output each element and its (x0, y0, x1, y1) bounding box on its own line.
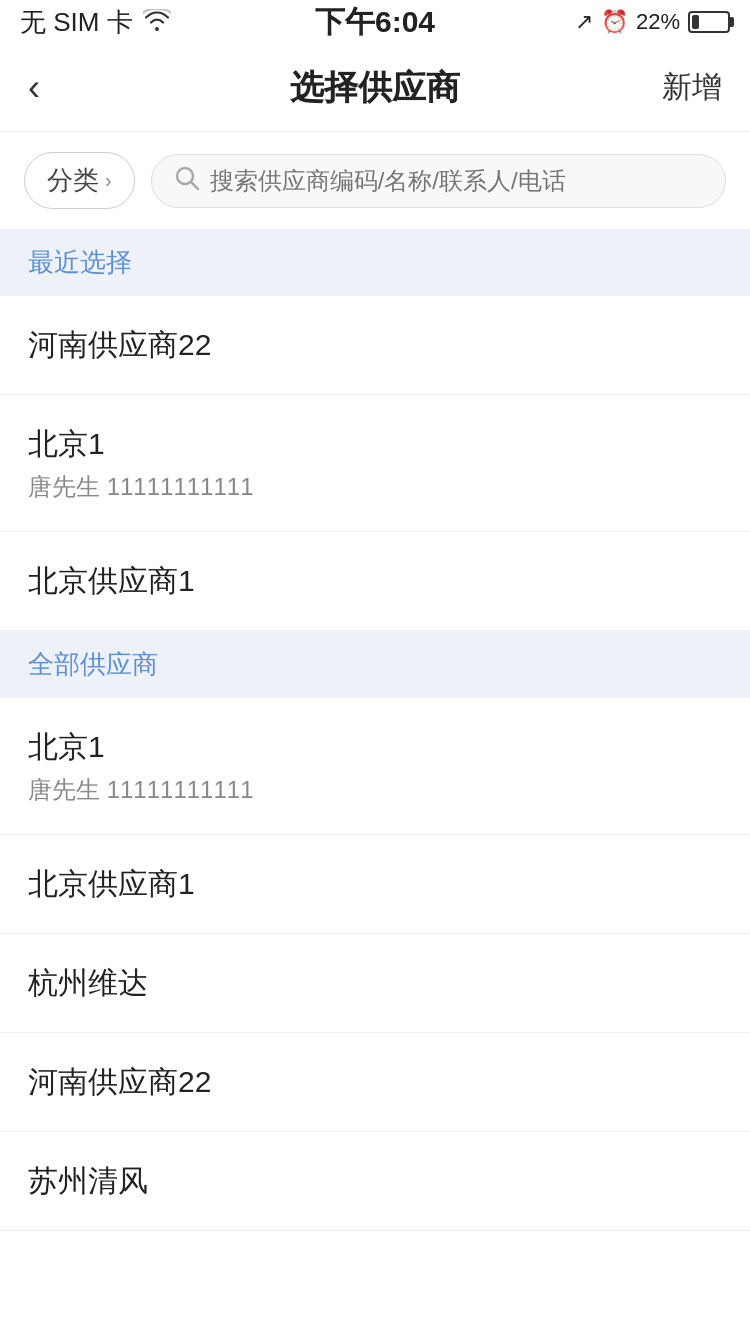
status-bar: 无 SIM 卡 下午6:04 ↗ ⏰ 22% (0, 0, 750, 44)
status-right: ↗ ⏰ 22% (575, 9, 730, 35)
chevron-right-icon: › (105, 169, 112, 192)
all-section-header: 全部供应商 (0, 631, 750, 698)
recent-items-list: 河南供应商22 北京1 唐先生 11111111111 北京供应商1 (0, 296, 750, 631)
alarm-icon: ⏰ (601, 9, 628, 35)
search-box[interactable] (151, 154, 726, 208)
list-item[interactable]: 北京供应商1 (0, 532, 750, 631)
item-name: 北京1 (28, 726, 722, 768)
item-name: 北京供应商1 (28, 863, 722, 905)
wifi-icon (143, 7, 171, 38)
all-items-list: 北京1 唐先生 11111111111 北京供应商1 杭州维达 河南供应商22 … (0, 698, 750, 1231)
battery-fill (692, 15, 699, 29)
list-item[interactable]: 河南供应商22 (0, 296, 750, 395)
list-item[interactable]: 河南供应商22 (0, 1033, 750, 1132)
add-button[interactable]: 新增 (662, 67, 722, 108)
location-icon: ↗ (575, 9, 593, 35)
list-item[interactable]: 北京1 唐先生 11111111111 (0, 698, 750, 835)
item-name: 杭州维达 (28, 962, 722, 1004)
item-name: 河南供应商22 (28, 1061, 722, 1103)
list-item[interactable]: 杭州维达 (0, 934, 750, 1033)
search-input[interactable] (210, 167, 703, 195)
carrier-text: 无 SIM 卡 (20, 5, 133, 40)
filter-bar: 分类 › (0, 132, 750, 229)
search-icon (174, 165, 200, 197)
category-label: 分类 (47, 163, 99, 198)
battery-percentage: 22% (636, 9, 680, 35)
item-sub: 唐先生 11111111111 (28, 471, 722, 503)
nav-bar: ‹ 选择供应商 新增 (0, 44, 750, 132)
list-item[interactable]: 北京1 唐先生 11111111111 (0, 395, 750, 532)
item-name: 北京供应商1 (28, 560, 722, 602)
status-left: 无 SIM 卡 (20, 5, 171, 40)
recent-section-label: 最近选择 (28, 247, 132, 277)
back-button[interactable]: ‹ (28, 67, 88, 109)
category-button[interactable]: 分类 › (24, 152, 135, 209)
list-item[interactable]: 苏州清风 (0, 1132, 750, 1231)
item-name: 北京1 (28, 423, 722, 465)
battery-indicator (688, 11, 730, 33)
item-sub: 唐先生 11111111111 (28, 774, 722, 806)
recent-section-header: 最近选择 (0, 229, 750, 296)
item-name: 河南供应商22 (28, 324, 722, 366)
status-time: 下午6:04 (315, 2, 435, 43)
all-section-label: 全部供应商 (28, 649, 158, 679)
svg-line-1 (191, 182, 198, 189)
item-name: 苏州清风 (28, 1160, 722, 1202)
list-item[interactable]: 北京供应商1 (0, 835, 750, 934)
page-title: 选择供应商 (290, 65, 460, 111)
